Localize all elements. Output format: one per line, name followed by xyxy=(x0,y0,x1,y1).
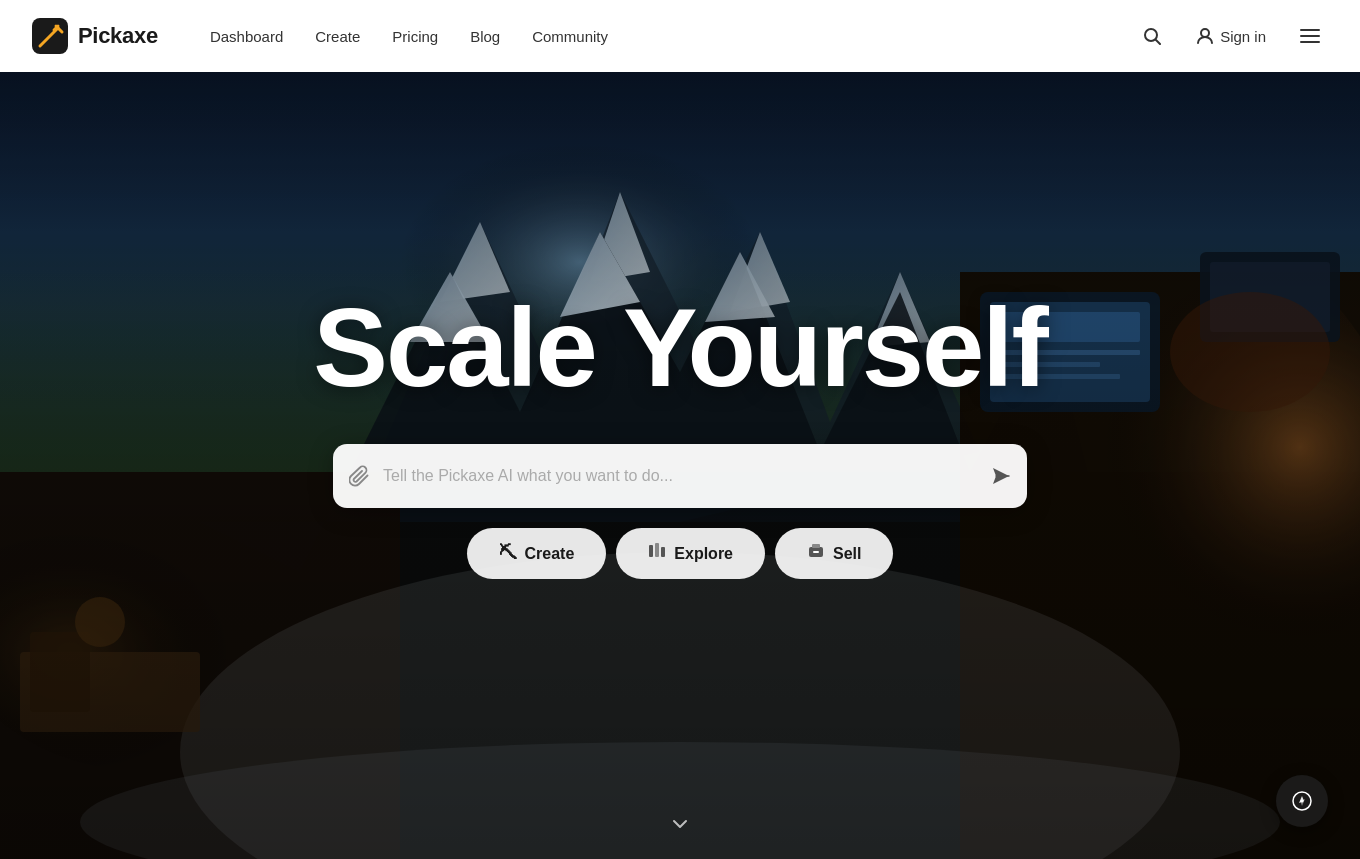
logo-link[interactable]: Pickaxe xyxy=(32,18,158,54)
nav-item-pricing[interactable]: Pricing xyxy=(380,22,450,51)
svg-rect-39 xyxy=(655,543,659,557)
logo-icon xyxy=(32,18,68,54)
svg-rect-42 xyxy=(812,544,820,548)
navbar-left: Pickaxe Dashboard Create Pricing Blog Co… xyxy=(32,18,620,54)
create-label: Create xyxy=(525,545,575,563)
sign-in-label: Sign in xyxy=(1220,28,1266,45)
hero-section: Scale Yourself ⛏ Create xyxy=(0,72,1360,859)
svg-rect-40 xyxy=(661,547,665,557)
user-icon xyxy=(1196,27,1214,45)
svg-rect-38 xyxy=(649,545,653,557)
sell-label: Sell xyxy=(833,545,861,563)
navbar-right: Sign in xyxy=(1134,18,1328,54)
navbar: Pickaxe Dashboard Create Pricing Blog Co… xyxy=(0,0,1360,72)
attachment-icon xyxy=(349,465,371,487)
hero-content: Scale Yourself ⛏ Create xyxy=(0,72,1360,859)
hamburger-line-1 xyxy=(1300,29,1320,31)
search-icon xyxy=(1143,27,1161,45)
search-bar xyxy=(333,444,1027,508)
compass-icon xyxy=(1291,790,1313,812)
svg-point-4 xyxy=(1145,29,1157,41)
nav-item-create[interactable]: Create xyxy=(303,22,372,51)
svg-line-5 xyxy=(1156,40,1160,44)
nav-item-dashboard[interactable]: Dashboard xyxy=(198,22,295,51)
logo-text: Pickaxe xyxy=(78,23,158,49)
nav-links: Dashboard Create Pricing Blog Community xyxy=(198,22,620,51)
create-button[interactable]: ⛏ Create xyxy=(467,528,607,579)
nav-item-blog[interactable]: Blog xyxy=(458,22,512,51)
search-input[interactable] xyxy=(383,467,977,485)
action-buttons: ⛏ Create Explore xyxy=(467,528,894,579)
hamburger-line-3 xyxy=(1300,41,1320,43)
sell-button[interactable]: Sell xyxy=(775,528,893,579)
explore-label: Explore xyxy=(674,545,733,563)
svg-point-45 xyxy=(1301,800,1304,803)
compass-button[interactable] xyxy=(1276,775,1328,827)
nav-item-community[interactable]: Community xyxy=(520,22,620,51)
sign-in-button[interactable]: Sign in xyxy=(1186,21,1276,51)
svg-point-6 xyxy=(1201,29,1209,37)
search-submit-button[interactable] xyxy=(989,465,1011,487)
explore-button[interactable]: Explore xyxy=(616,528,765,579)
svg-rect-43 xyxy=(813,551,819,553)
search-button[interactable] xyxy=(1134,18,1170,54)
create-icon: ⛏ xyxy=(499,543,517,564)
sell-icon xyxy=(807,542,825,565)
menu-button[interactable] xyxy=(1292,18,1328,54)
hamburger-line-2 xyxy=(1300,35,1320,37)
scroll-indicator xyxy=(670,814,690,839)
explore-icon xyxy=(648,542,666,565)
send-icon xyxy=(989,465,1011,487)
hero-title: Scale Yourself xyxy=(313,292,1047,404)
